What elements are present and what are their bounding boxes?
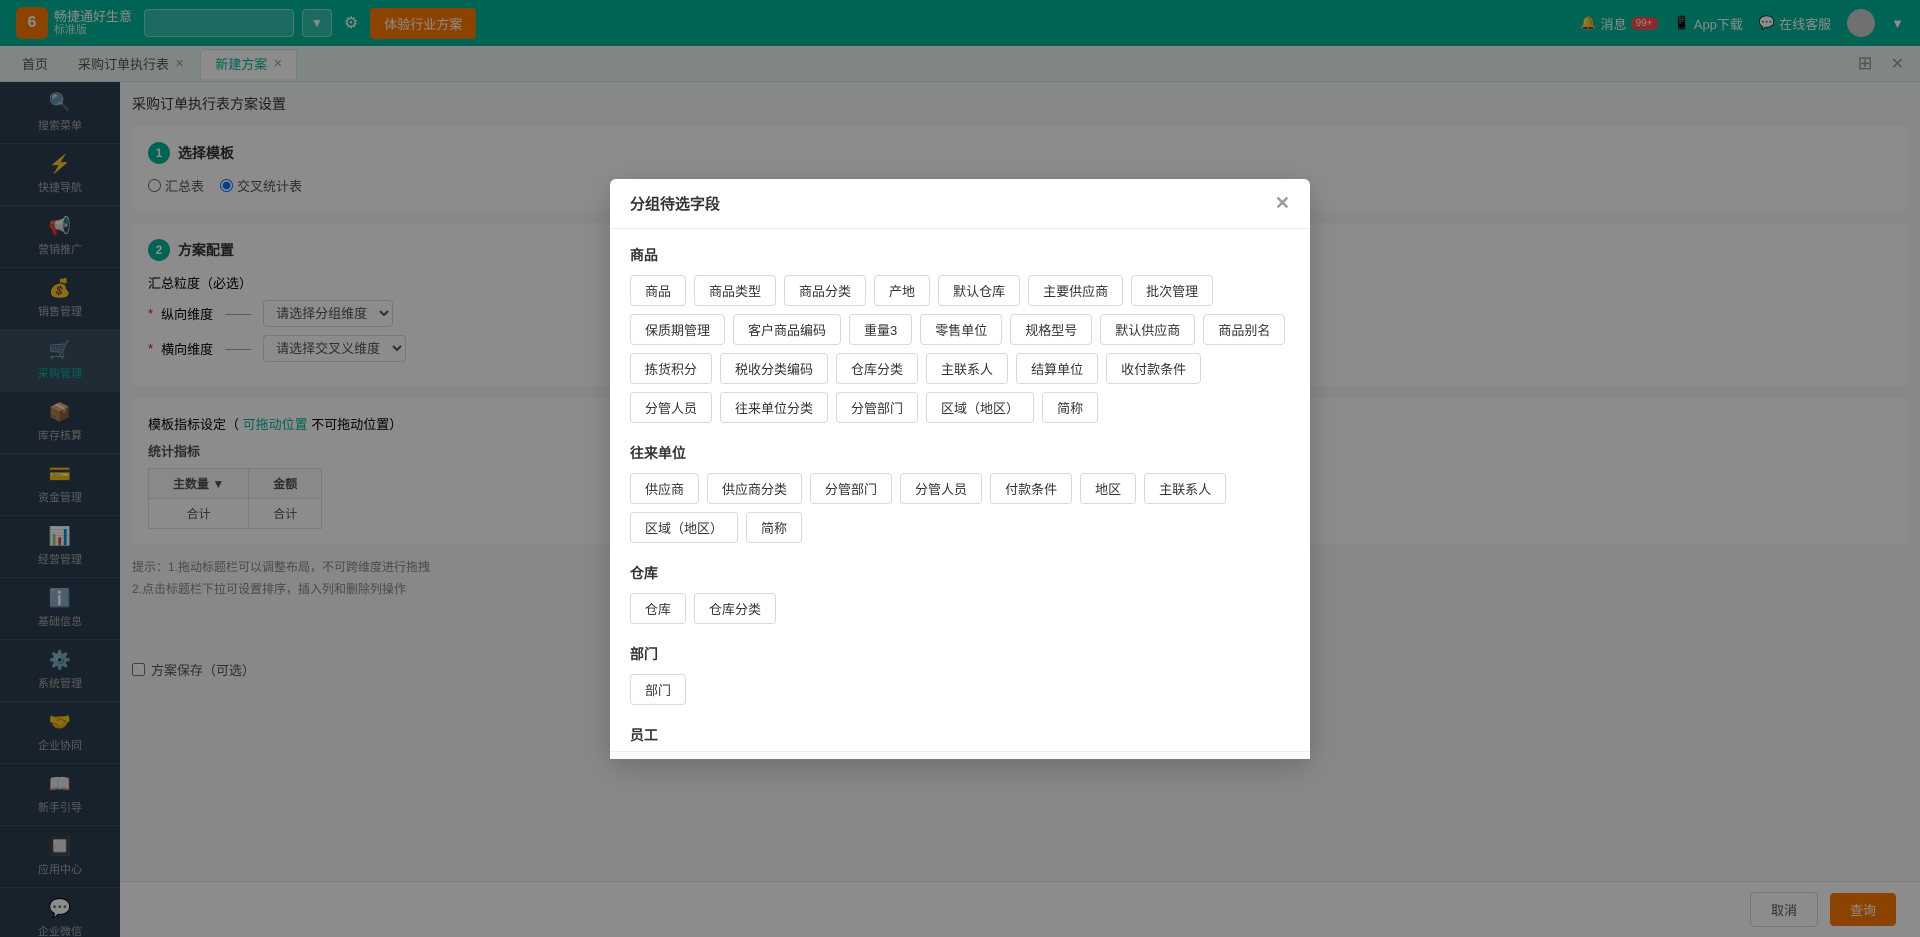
field-tags: 仓库仓库分类 [630,593,1290,624]
modal-header: 分组待选字段 ✕ [610,179,1310,229]
field-tag[interactable]: 商品分类 [784,275,866,306]
field-tags: 供应商供应商分类分管部门分管人员付款条件地区主联系人区域（地区） 简称 [630,473,1290,543]
field-tag[interactable]: 商品别名 [1203,314,1285,345]
modal-hscroll[interactable] [610,751,1310,758]
field-tag[interactable]: 商品 [630,275,686,306]
field-tag[interactable]: 税收分类编码 [720,353,828,384]
field-tag[interactable]: 批次管理 [1131,275,1213,306]
field-tag[interactable]: 主联系人 [1144,473,1226,504]
field-tag[interactable]: 零售单位 [920,314,1002,345]
field-tag[interactable]: 分管人员 [900,473,982,504]
field-tag[interactable]: 分管部门 [810,473,892,504]
field-tag[interactable]: 部门 [630,674,686,705]
modal-close-button[interactable]: ✕ [1275,194,1290,212]
field-tag[interactable]: 主联系人 [926,353,1008,384]
field-group-员工: 员工业务员 [630,725,1290,752]
field-tag[interactable]: 结算单位 [1016,353,1098,384]
field-tag[interactable]: 拣货积分 [630,353,712,384]
field-tag[interactable]: 重量3 [849,314,912,345]
field-tag[interactable]: 往来单位分类 [720,392,828,423]
field-tag[interactable]: 仓库分类 [694,593,776,624]
field-tag[interactable]: 客户商品编码 [733,314,841,345]
field-tag[interactable]: 分管部门 [836,392,918,423]
field-tag[interactable]: 付款条件 [990,473,1072,504]
field-tag[interactable]: 保质期管理 [630,314,725,345]
field-tag[interactable]: 分管人员 [630,392,712,423]
modal-overlay[interactable]: 分组待选字段 ✕ 商品商品商品类型商品分类产地默认仓库主要供应商批次管理保质期管… [0,0,1920,937]
field-tag[interactable]: 规格型号 [1010,314,1092,345]
field-group-部门: 部门部门 [630,644,1290,705]
field-tag[interactable]: 简称 [746,512,802,543]
field-tag[interactable]: 简称 [1042,392,1098,423]
field-tag[interactable]: 商品类型 [694,275,776,306]
field-tags: 商品商品类型商品分类产地默认仓库主要供应商批次管理保质期管理客户商品编码重量3 零… [630,275,1290,423]
modal-dialog: 分组待选字段 ✕ 商品商品商品类型商品分类产地默认仓库主要供应商批次管理保质期管… [610,179,1310,759]
modal-body: 商品商品商品类型商品分类产地默认仓库主要供应商批次管理保质期管理客户商品编码重量… [610,229,1310,752]
field-group-title: 员工 [630,725,1290,745]
field-tag[interactable]: 区域（地区） [630,512,738,543]
modal-title: 分组待选字段 [630,193,720,214]
field-group-title: 部门 [630,644,1290,664]
field-tag[interactable]: 区域（地区） [926,392,1034,423]
field-tags: 部门 [630,674,1290,705]
field-tag[interactable]: 收付款条件 [1106,353,1201,384]
field-tag[interactable]: 仓库分类 [836,353,918,384]
field-group-往来单位: 往来单位供应商供应商分类分管部门分管人员付款条件地区主联系人区域（地区） 简称 [630,443,1290,543]
field-group-商品: 商品商品商品类型商品分类产地默认仓库主要供应商批次管理保质期管理客户商品编码重量… [630,245,1290,423]
field-tag[interactable]: 主要供应商 [1028,275,1123,306]
field-tag[interactable]: 地区 [1080,473,1136,504]
field-tag[interactable]: 产地 [874,275,930,306]
field-tag[interactable]: 仓库 [630,593,686,624]
field-group-仓库: 仓库仓库仓库分类 [630,563,1290,624]
field-tag[interactable]: 默认仓库 [938,275,1020,306]
field-group-title: 仓库 [630,563,1290,583]
field-group-title: 往来单位 [630,443,1290,463]
field-tag[interactable]: 供应商分类 [707,473,802,504]
field-tag[interactable]: 默认供应商 [1100,314,1195,345]
field-group-title: 商品 [630,245,1290,265]
field-tag[interactable]: 供应商 [630,473,699,504]
